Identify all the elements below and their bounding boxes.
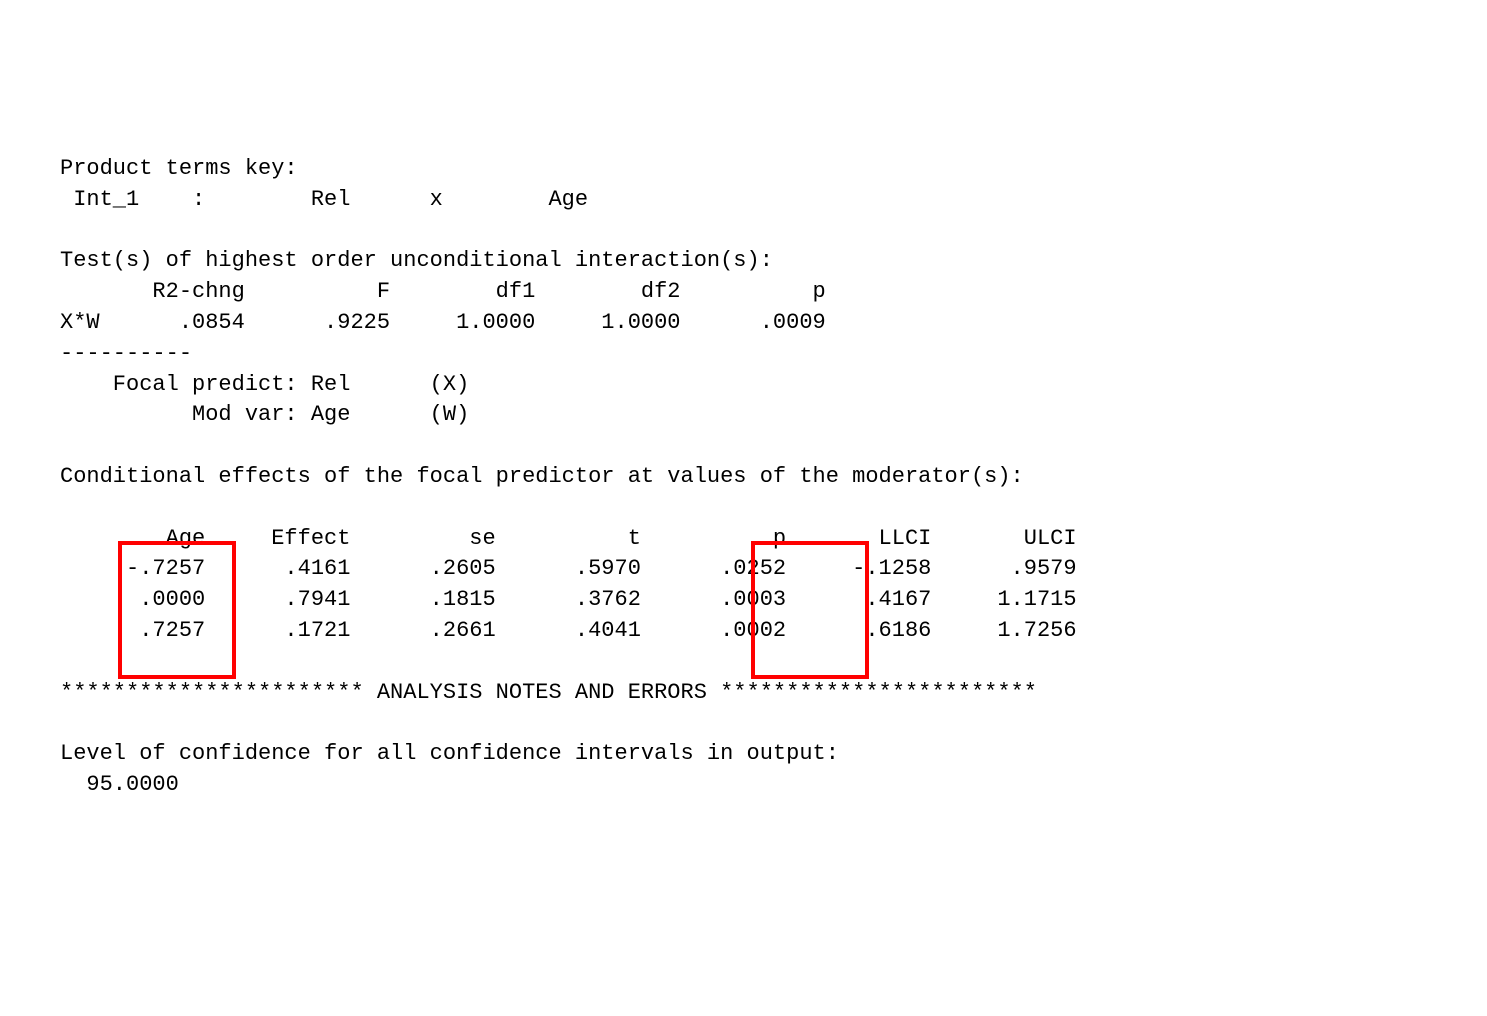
mod-var: Mod var: Age (W) [60, 402, 469, 427]
output-text: Product terms key: Int_1 : Rel x Age Tes… [0, 123, 1487, 862]
notes-banner: *********************** ANALYSIS NOTES A… [60, 680, 1037, 705]
test-highest-header: R2-chng F df1 df2 p [60, 279, 826, 304]
conditional-row-3: .7257 .1721 .2661 .4041 .0002 .6186 1.72… [60, 618, 1077, 643]
test-highest-title: Test(s) of highest order unconditional i… [60, 248, 773, 273]
conditional-header: Age Effect se t p LLCI ULCI [60, 526, 1077, 551]
confidence-title: Level of confidence for all confidence i… [60, 741, 839, 766]
conditional-row-2: .0000 .7941 .1815 .3762 .0003 .4167 1.17… [60, 587, 1077, 612]
focal-predict: Focal predict: Rel (X) [60, 372, 469, 397]
conditional-title: Conditional effects of the focal predict… [60, 464, 1024, 489]
product-terms-line: Int_1 : Rel x Age [60, 187, 588, 212]
test-highest-row: X*W .0854 .9225 1.0000 1.0000 .0009 [60, 310, 826, 335]
conditional-row-1: -.7257 .4161 .2605 .5970 .0252 -.1258 .9… [60, 556, 1077, 581]
confidence-value: 95.0000 [60, 772, 179, 797]
separator: ---------- [60, 341, 192, 366]
product-terms-title: Product terms key: [60, 156, 298, 181]
